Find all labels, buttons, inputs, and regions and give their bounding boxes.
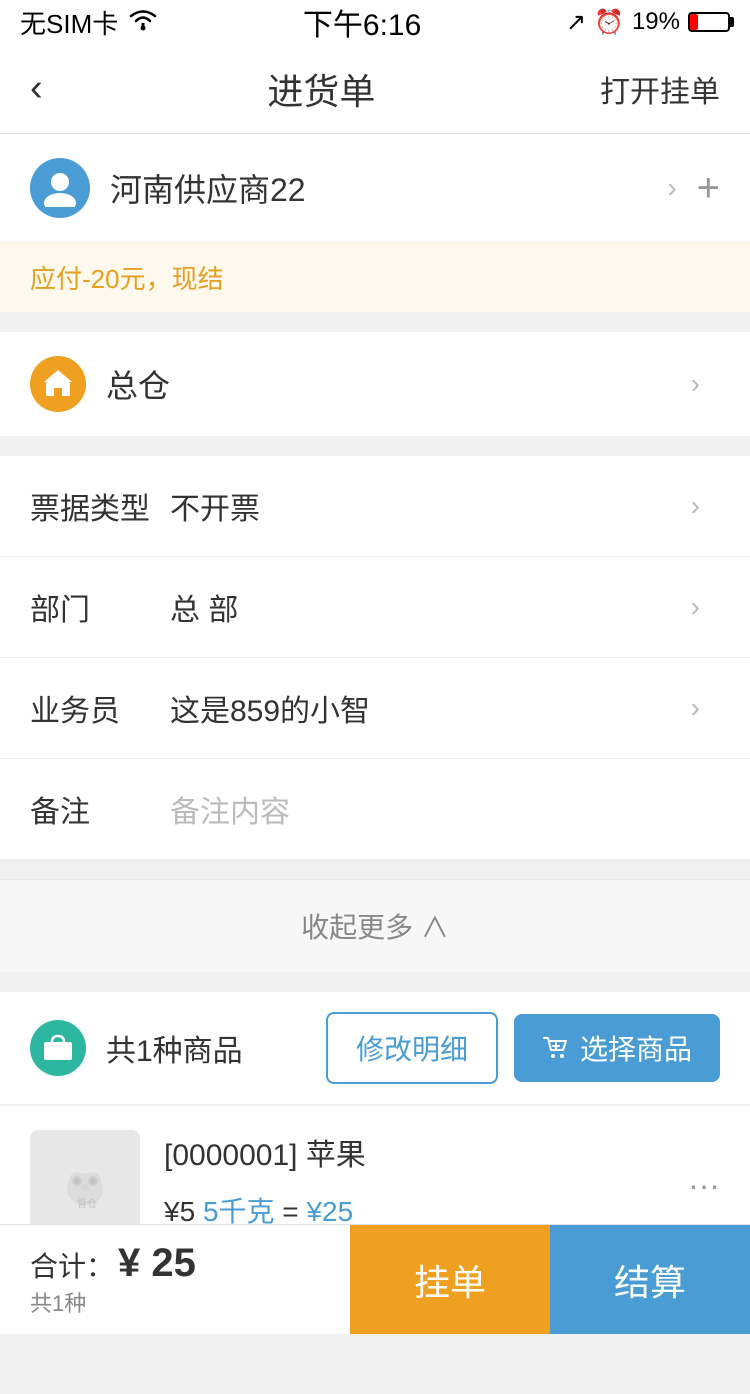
gps-icon: ↗ bbox=[566, 8, 586, 37]
battery-icon bbox=[688, 12, 730, 32]
product-more-button[interactable]: ··· bbox=[688, 1167, 720, 1204]
salesperson-chevron-icon: › bbox=[691, 692, 700, 724]
products-count: 共1种商品 bbox=[106, 1026, 326, 1070]
form-row-department[interactable]: 部门 总 部 › bbox=[0, 557, 750, 658]
hang-button[interactable]: 挂单 bbox=[350, 1225, 550, 1334]
warehouse-label: 总仓 bbox=[106, 361, 691, 407]
alarm-icon: ⏰ bbox=[594, 8, 624, 37]
form-label-remark: 备注 bbox=[30, 787, 170, 831]
form-value-invoice: 不开票 bbox=[170, 484, 691, 528]
owl-icon: 督仓 bbox=[55, 1155, 115, 1215]
checkout-button[interactable]: 结算 bbox=[550, 1225, 750, 1334]
bottom-bar: 合计： ¥ 25 共1种 挂单 结算 bbox=[0, 1224, 750, 1334]
form-card: 票据类型 不开票 › 部门 总 部 › 业务员 这是859的小智 › 备注 备注… bbox=[0, 456, 750, 859]
page-title: 进货单 bbox=[267, 63, 375, 115]
status-left: 无SIM卡 bbox=[20, 4, 158, 41]
cart-icon bbox=[542, 1034, 570, 1062]
product-total: ¥25 bbox=[306, 1196, 353, 1227]
products-header: 共1种商品 修改明细 选择商品 bbox=[0, 992, 750, 1104]
supplier-row[interactable]: 河南供应商22 › + bbox=[0, 134, 750, 243]
total-label: 合计： bbox=[30, 1245, 114, 1285]
main-content: 河南供应商22 › + 应付-20元，现结 总仓 › 票据类型 不开票 › bbox=[0, 134, 750, 1394]
supplier-add-button[interactable]: + bbox=[697, 166, 720, 211]
form-value-department: 总 部 bbox=[170, 585, 691, 629]
total-section: 合计： ¥ 25 共1种 bbox=[0, 1225, 350, 1334]
form-value-salesperson: 这是859的小智 bbox=[170, 686, 691, 730]
status-right: ↗ ⏰ 19% bbox=[566, 8, 730, 37]
svg-text:督仓: 督仓 bbox=[77, 1197, 97, 1210]
invoice-chevron-icon: › bbox=[691, 490, 700, 522]
form-row-salesperson[interactable]: 业务员 这是859的小智 › bbox=[0, 658, 750, 759]
supplier-chevron-icon: › bbox=[667, 172, 676, 204]
form-label-invoice: 票据类型 bbox=[30, 484, 170, 528]
wifi-icon bbox=[128, 7, 158, 38]
warehouse-card: 总仓 › bbox=[0, 332, 750, 436]
form-row-invoice[interactable]: 票据类型 不开票 › bbox=[0, 456, 750, 557]
select-product-button[interactable]: 选择商品 bbox=[514, 1014, 720, 1082]
equals-sign: = bbox=[282, 1196, 306, 1227]
product-info: [0000001] 苹果 ¥5 5千克 = ¥25 bbox=[164, 1130, 688, 1230]
collapse-more-button[interactable]: 收起更多 ∧ bbox=[0, 879, 750, 972]
department-chevron-icon: › bbox=[691, 591, 700, 623]
form-row-remark[interactable]: 备注 备注内容 bbox=[0, 759, 750, 859]
total-count: 共1种 bbox=[30, 1286, 320, 1318]
carrier-label: 无SIM卡 bbox=[20, 4, 118, 41]
supplier-card: 河南供应商22 › + 应付-20元，现结 bbox=[0, 134, 750, 312]
status-bar: 无SIM卡 下午6:16 ↗ ⏰ 19% bbox=[0, 0, 750, 44]
product-name: [0000001] 苹果 bbox=[164, 1130, 688, 1174]
warehouse-row[interactable]: 总仓 › bbox=[0, 332, 750, 436]
warehouse-icon bbox=[30, 356, 86, 412]
battery-percent: 19% bbox=[632, 8, 680, 36]
warehouse-chevron-icon: › bbox=[691, 368, 700, 400]
back-button[interactable]: ‹ bbox=[30, 67, 43, 110]
form-label-department: 部门 bbox=[30, 585, 170, 629]
nav-bar: ‹ 进货单 打开挂单 bbox=[0, 44, 750, 134]
products-icon bbox=[30, 1020, 86, 1076]
supplier-name: 河南供应商22 bbox=[110, 165, 667, 211]
supplier-notice: 应付-20元，现结 bbox=[0, 243, 750, 312]
open-hang-button[interactable]: 打开挂单 bbox=[600, 67, 720, 111]
product-unit-price: ¥5 bbox=[164, 1196, 195, 1227]
status-time: 下午6:16 bbox=[303, 0, 421, 44]
total-amount: ¥ 25 bbox=[118, 1241, 196, 1286]
form-label-salesperson: 业务员 bbox=[30, 686, 170, 730]
edit-detail-button[interactable]: 修改明细 bbox=[326, 1012, 498, 1084]
select-product-label: 选择商品 bbox=[580, 1028, 692, 1068]
form-value-remark[interactable]: 备注内容 bbox=[170, 787, 720, 831]
product-quantity: 5千克 bbox=[203, 1196, 275, 1227]
supplier-avatar bbox=[30, 158, 90, 218]
